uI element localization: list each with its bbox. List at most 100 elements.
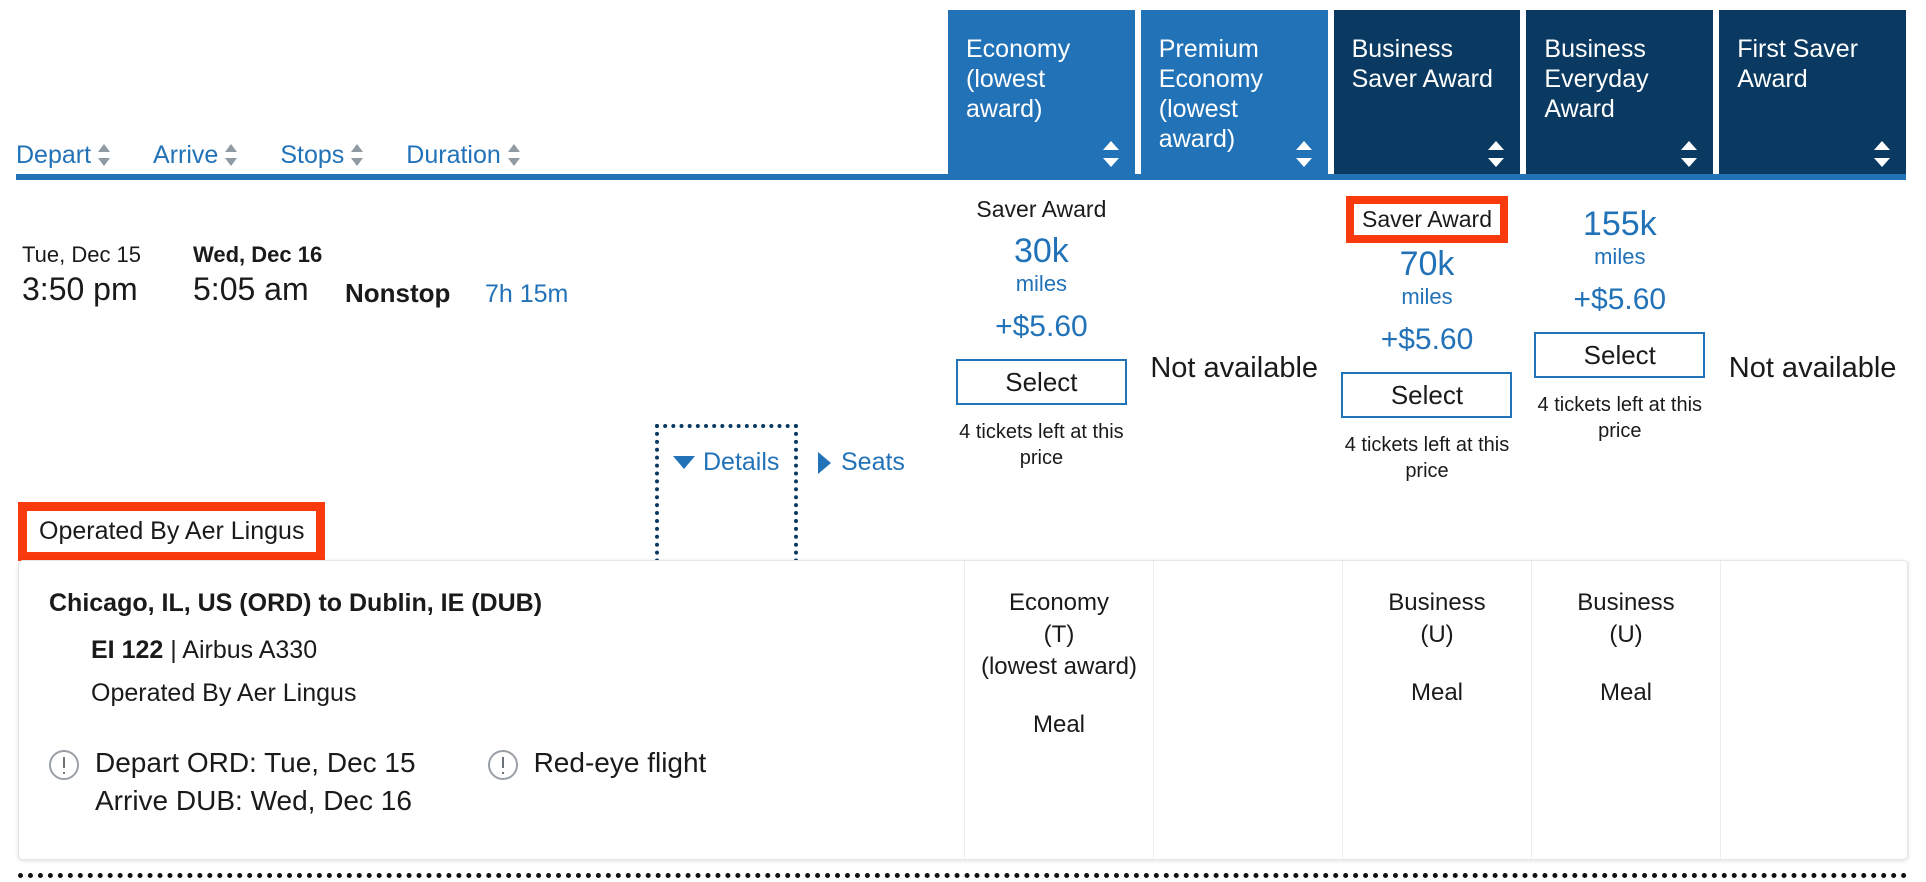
fare-class-header-band: Economy (lowest award) Premium Economy (… [948,10,1906,179]
chevron-right-icon [818,451,831,474]
select-button-business-saver[interactable]: Select [1341,372,1513,418]
fare-header-line: Economy [966,35,1071,63]
detail-cabin-columns: Economy (T) (lowest award) Meal Business… [964,561,1909,859]
sort-arrows-icon[interactable] [1488,141,1505,167]
duration-value[interactable]: 7h 15m [485,280,568,309]
fare-header-line: award) [1158,125,1236,153]
cabin-line: (U) [1420,621,1454,648]
flight-results-page: Economy (lowest award) Premium Economy (… [0,0,1926,882]
fare-header-line: Award [1737,65,1808,93]
sort-arrows-icon[interactable] [1295,141,1312,167]
tickets-left-notice: 4 tickets left at this price [959,421,1124,469]
fare-header-first-saver-award[interactable]: First Saver Award [1719,10,1906,179]
miles-unit: miles [1594,244,1646,269]
detail-separator: | [163,636,183,664]
detail-flight-number: EI 122 [91,636,164,664]
detail-note-depart-arrive: Depart ORD: Tue, Dec 15 Arrive DUB: Wed,… [49,744,416,820]
sort-arrows-icon[interactable] [225,144,238,166]
fare-cash-price: +$5.60 [1380,323,1474,356]
details-toggle[interactable]: Details [673,448,779,477]
flight-details-info: Chicago, IL, US (ORD) to Dublin, IE (DUB… [19,561,964,859]
fare-cell-premium-economy: Not available [1141,186,1328,551]
fare-cell-business-saver-award: Saver Award 70k miles +$5.60 Select 4 ti… [1334,186,1521,551]
detail-note-line1: Depart ORD: Tue, Dec 15 [95,747,416,778]
cabin-line: Business [1577,589,1675,616]
fare-header-line: (lowest [1158,95,1238,123]
fare-header-economy[interactable]: Economy (lowest award) [948,10,1135,179]
info-exclamation-icon [487,750,518,780]
sort-arrows-icon[interactable] [1102,141,1119,167]
flight-details-panel: Chicago, IL, US (ORD) to Dublin, IE (DUB… [18,560,1909,860]
detail-cabin-business-everyday: Business (U) Meal [1531,561,1720,859]
seats-toggle[interactable]: Seats [818,448,905,477]
fare-header-line: First Saver [1737,35,1859,63]
cabin-line: (U) [1609,621,1643,648]
depart-time: 3:50 pm [22,271,138,307]
header-underline [16,174,1906,180]
cabin-line: Economy [1008,589,1110,616]
detail-note-line2: Arrive DUB: Wed, Dec 16 [95,785,412,816]
fare-header-line: Everyday [1544,65,1649,93]
fare-cell-business-everyday-award: 155k miles +$5.60 Select 4 tickets left … [1526,186,1713,551]
miles-unit: miles [1015,271,1068,296]
sort-header-stops[interactable]: Stops [280,141,364,170]
fare-header-line: Business [1351,35,1454,63]
select-button-economy[interactable]: Select [955,359,1127,405]
detail-cabin-premium-economy [1153,561,1342,859]
operated-by-label: Operated By Aer Lingus [27,511,317,552]
sort-arrows-icon[interactable] [1681,141,1698,167]
fare-header-line: Economy [1158,65,1264,93]
sort-arrows-icon[interactable] [351,144,364,166]
award-type-highlight: Saver Award [1346,196,1508,243]
sort-arrows-icon[interactable] [507,144,521,166]
sort-header-label: Depart [16,140,92,169]
fare-cash-price: +$5.60 [995,310,1088,343]
seats-label: Seats [841,448,905,476]
sort-header-arrive[interactable]: Arrive [153,141,238,170]
sort-header-row: Depart Arrive Stops Duration [16,135,563,175]
details-label: Details [703,448,780,476]
fare-cash-price: +$5.60 [1573,283,1667,316]
fare-header-line: award) [966,95,1043,123]
fare-header-premium-economy[interactable]: Premium Economy (lowest award) [1140,10,1328,179]
detail-notes: Depart ORD: Tue, Dec 15 Arrive DUB: Wed,… [49,744,964,820]
sort-header-duration[interactable]: Duration [406,141,521,170]
depart-date: Tue, Dec 15 [22,242,142,267]
fare-cell-economy: Saver Award 30k miles +$5.60 Select 4 ti… [948,186,1135,551]
award-type-label: Saver Award [976,196,1107,222]
detail-note-text: Depart ORD: Tue, Dec 15 Arrive DUB: Wed,… [95,744,416,820]
cabin-meal: Meal [1599,679,1653,706]
fare-header-business-everyday-award[interactable]: Business Everyday Award [1526,10,1714,179]
miles-unit: miles [1401,284,1453,309]
cabin-line: (T) [1043,621,1075,648]
fare-header-line: Saver Award [1351,65,1493,93]
fare-header-business-saver-award[interactable]: Business Saver Award [1333,10,1521,179]
select-button-business-everyday[interactable]: Select [1534,332,1706,378]
detail-route: Chicago, IL, US (ORD) to Dublin, IE (DUB… [49,589,543,617]
tickets-left-notice: 4 tickets left at this price [1537,394,1703,442]
sort-header-label: Duration [406,140,501,169]
fare-header-line: Premium [1158,35,1259,63]
stops-value: Nonstop [345,278,451,308]
tickets-left-notice: 4 tickets left at this price [1344,434,1510,482]
cabin-line: Business [1388,589,1486,616]
miles-amount: 155k [1582,205,1657,243]
miles-amount: 30k [1013,232,1069,270]
detail-cabin-economy: Economy (T) (lowest award) Meal [964,561,1153,859]
arrive-cell: Wed, Dec 16 5:05 am [193,241,322,309]
arrive-time: 5:05 am [193,271,309,307]
fare-cell-first-saver-award: Not available [1719,186,1906,551]
not-available-label: Not available [1728,352,1897,384]
flight-result-row: Tue, Dec 15 3:50 pm Wed, Dec 16 5:05 am … [0,186,1926,634]
cabin-meal: Meal [1032,711,1086,738]
detail-cabin-business-saver: Business (U) Meal [1342,561,1531,859]
chevron-down-icon [673,456,695,469]
depart-cell: Tue, Dec 15 3:50 pm [22,241,141,309]
detail-aircraft: Airbus A330 [182,636,318,664]
sort-arrows-icon[interactable] [1873,141,1890,167]
info-exclamation-icon [49,750,79,780]
operated-by-highlight: Operated By Aer Lingus [18,502,326,561]
sort-header-depart[interactable]: Depart [16,141,111,170]
sort-arrows-icon[interactable] [98,144,111,166]
fare-header-line: (lowest [966,65,1046,93]
